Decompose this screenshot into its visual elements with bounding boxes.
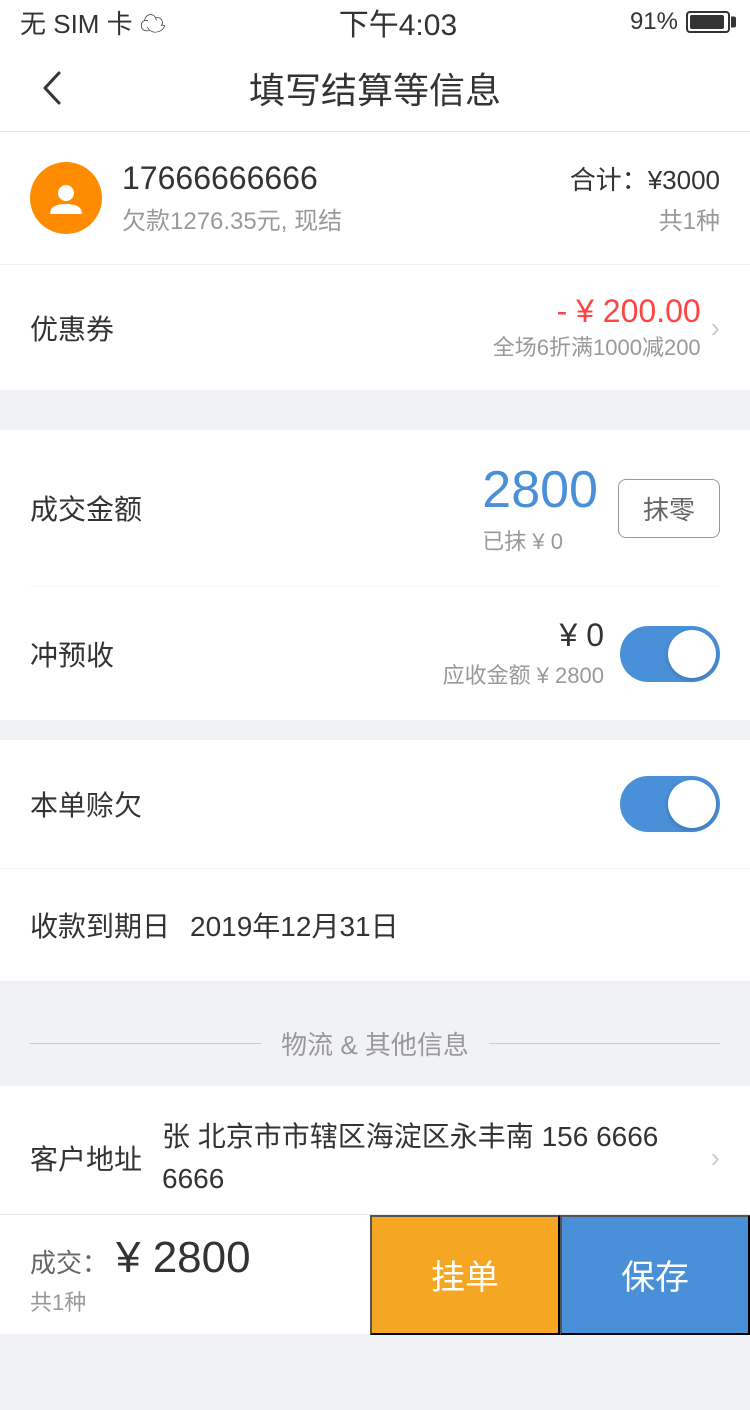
debt-row: 本单赊欠 bbox=[0, 740, 750, 868]
nav-bar: 填写结算等信息 bbox=[0, 44, 750, 132]
battery-percent: 91% bbox=[630, 8, 678, 36]
debt-toggle[interactable] bbox=[620, 776, 720, 832]
deal-amount-label: 成交金额 bbox=[30, 488, 142, 528]
address-label: 客户地址 bbox=[30, 1138, 142, 1178]
status-right: 91% bbox=[630, 8, 730, 36]
footer: 成交： ¥ 2800 共1种 挂单 保存 bbox=[0, 1214, 750, 1334]
prepay-row: 冲预收 ¥ 0 应收金额 ¥ 2800 bbox=[30, 587, 720, 720]
hang-button[interactable]: 挂单 bbox=[370, 1215, 560, 1335]
prepay-amount-wrap: ¥ 0 应收金额 ¥ 2800 bbox=[443, 617, 604, 690]
debt-label: 本单赊欠 bbox=[30, 784, 142, 824]
battery-icon bbox=[686, 11, 730, 33]
avatar bbox=[30, 162, 102, 234]
coupon-label: 优惠券 bbox=[30, 308, 114, 348]
prepay-label: 冲预收 bbox=[30, 634, 114, 674]
customer-left: 17666666666 欠款1276.35元, 现结 bbox=[30, 160, 342, 236]
prepay-sub: 应收金额 ¥ 2800 bbox=[443, 658, 604, 690]
customer-card: 17666666666 欠款1276.35元, 现结 合计：¥3000 共1种 … bbox=[0, 132, 750, 390]
duedate-row: 收款到期日 2019年12月31日 bbox=[0, 868, 750, 981]
customer-row: 17666666666 欠款1276.35元, 现结 合计：¥3000 共1种 bbox=[0, 132, 750, 264]
deal-amount-row: 成交金额 2800 已抹 ¥ 0 抹零 bbox=[30, 430, 720, 587]
back-button[interactable] bbox=[30, 66, 74, 110]
toggle-knob bbox=[668, 630, 716, 678]
deal-amount-right: 2800 已抹 ¥ 0 抹零 bbox=[482, 460, 720, 556]
section-divider-3 bbox=[0, 981, 750, 1001]
address-row[interactable]: 客户地址 张 北京市市辖区海淀区永丰南 156 6666 6666 › bbox=[0, 1086, 750, 1230]
sim-status: 无 SIM 卡 ☁ bbox=[20, 4, 166, 41]
coupon-right: - ¥ 200.00 全场6折满1000减200 › bbox=[493, 293, 720, 362]
page-title: 填写结算等信息 bbox=[249, 62, 501, 114]
round-button[interactable]: 抹零 bbox=[618, 479, 720, 538]
coupon-desc: 全场6折满1000减200 bbox=[493, 330, 701, 362]
footer-info: 成交： ¥ 2800 共1种 bbox=[0, 1233, 370, 1317]
status-left: 无 SIM 卡 ☁ bbox=[20, 4, 166, 41]
sep-line-left bbox=[30, 1043, 261, 1044]
status-time: 下午4:03 bbox=[339, 0, 457, 44]
save-button[interactable]: 保存 bbox=[560, 1215, 750, 1335]
coupon-amount: - ¥ 200.00 bbox=[493, 293, 701, 330]
total-label: 合计：¥3000 bbox=[570, 160, 720, 197]
customer-right: 合计：¥3000 共1种 bbox=[570, 160, 720, 236]
amount-section: 成交金额 2800 已抹 ¥ 0 抹零 冲预收 ¥ 0 应收金额 ¥ 2800 bbox=[0, 430, 750, 720]
prepay-right: ¥ 0 应收金额 ¥ 2800 bbox=[443, 617, 720, 690]
logistics-label: 物流 & 其他信息 bbox=[281, 1025, 469, 1062]
coupon-chevron: › bbox=[711, 312, 720, 344]
prepay-toggle[interactable] bbox=[620, 626, 720, 682]
duedate-label: 收款到期日 bbox=[30, 905, 170, 945]
address-value: 张 北京市市辖区海淀区永丰南 156 6666 6666 bbox=[162, 1116, 711, 1200]
duedate-value: 2019年12月31日 bbox=[190, 905, 399, 945]
footer-amount: ¥ 2800 bbox=[116, 1233, 251, 1283]
sep-line-right bbox=[489, 1043, 720, 1044]
prepay-amount: ¥ 0 bbox=[443, 617, 604, 654]
customer-info: 17666666666 欠款1276.35元, 现结 bbox=[122, 160, 342, 236]
address-chevron: › bbox=[711, 1142, 720, 1174]
coupon-row[interactable]: 优惠券 - ¥ 200.00 全场6折满1000减200 › bbox=[0, 264, 750, 390]
deal-amount-value: 2800 bbox=[482, 460, 598, 520]
footer-deal-label: 成交： bbox=[30, 1243, 108, 1280]
customer-phone: 17666666666 bbox=[122, 160, 342, 197]
footer-count: 共1种 bbox=[30, 1285, 340, 1317]
total-count: 共1种 bbox=[570, 201, 720, 236]
logistics-sep: 物流 & 其他信息 bbox=[0, 1001, 750, 1086]
status-bar: 无 SIM 卡 ☁ 下午4:03 91% bbox=[0, 0, 750, 44]
deal-amount-sub: 已抹 ¥ 0 bbox=[482, 524, 598, 556]
debt-toggle-knob bbox=[668, 780, 716, 828]
section-divider-2 bbox=[0, 720, 750, 740]
customer-sub: 欠款1276.35元, 现结 bbox=[122, 201, 342, 236]
section-divider-1 bbox=[0, 410, 750, 430]
